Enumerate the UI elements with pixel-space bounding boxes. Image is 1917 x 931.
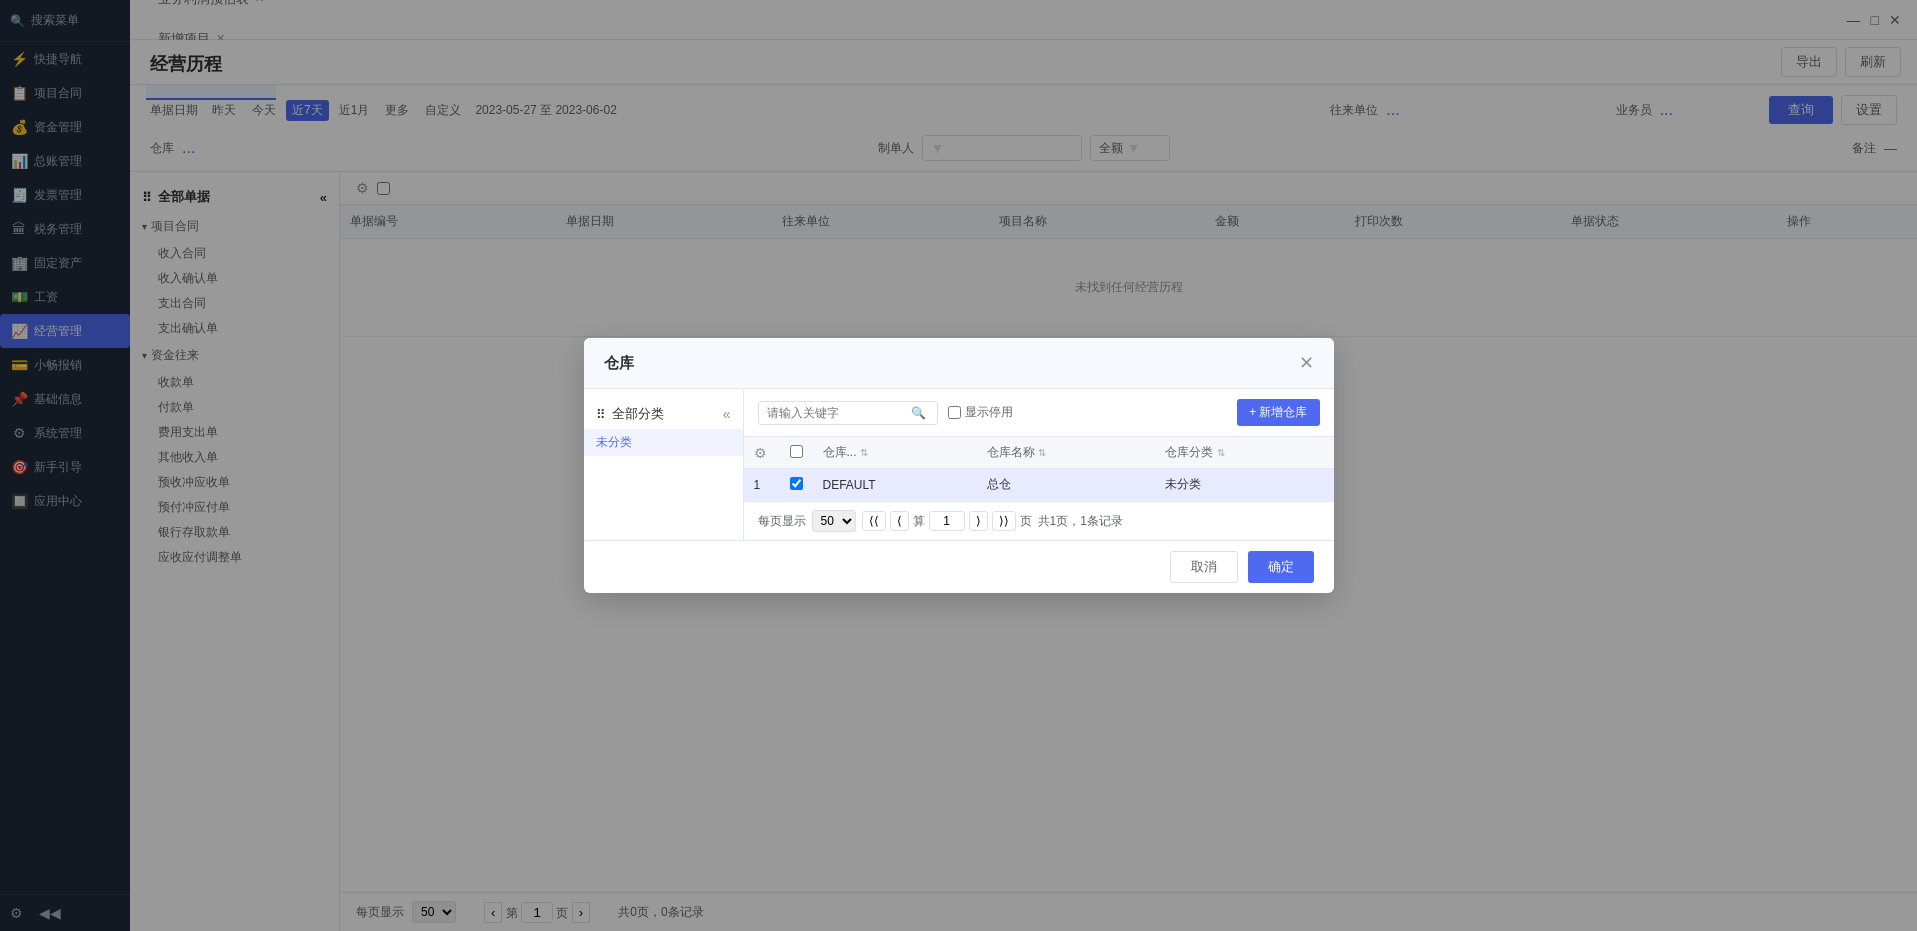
grid-icon-modal: ⠿ <box>596 407 606 422</box>
warehouse-modal: 仓库 ✕ ⠿ 全部分类 « 未分类 🔍 <box>584 338 1334 593</box>
modal-warehouse-table: ⚙ 仓库... ⇅ 仓库名称 ⇅ <box>744 437 1334 501</box>
modal-last-page[interactable]: ⟩⟩ <box>992 511 1016 531</box>
row-checkbox-cell <box>780 469 813 501</box>
modal-per-page-select[interactable]: 50 <box>812 510 856 532</box>
modal-search-input[interactable] <box>767 406 907 420</box>
modal-overlay: 仓库 ✕ ⠿ 全部分类 « 未分类 🔍 <box>0 0 1917 931</box>
collapse-left-btn[interactable]: « <box>723 406 731 422</box>
add-warehouse-button[interactable]: + 新增仓库 <box>1237 399 1319 426</box>
row-category: 未分类 <box>1155 469 1333 501</box>
modal-page-label: 算 <box>913 513 925 530</box>
sort-icon-category: ⇅ <box>1217 447 1225 458</box>
modal-body: ⠿ 全部分类 « 未分类 🔍 显示停用 + 新增仓库 <box>584 389 1334 540</box>
row-index: 1 <box>744 469 780 501</box>
modal-search-box[interactable]: 🔍 <box>758 401 938 425</box>
modal-actions: 取消 确定 <box>584 540 1334 593</box>
modal-total-label: 共1页，1条记录 <box>1038 513 1123 530</box>
modal-all-category[interactable]: ⠿ 全部分类 « <box>584 399 743 429</box>
row-name: 总仓 <box>977 469 1155 501</box>
modal-header: 仓库 ✕ <box>584 338 1334 389</box>
modal-category-unclassified[interactable]: 未分类 <box>584 429 743 456</box>
modal-page-input[interactable] <box>929 511 965 531</box>
row-code: DEFAULT <box>813 469 977 501</box>
modal-page-nav: ⟨⟨ ⟨ 算 ⟩ ⟩⟩ 页 <box>862 511 1032 531</box>
row-checkbox[interactable] <box>790 477 803 490</box>
search-icon-modal: 🔍 <box>911 406 926 420</box>
confirm-button[interactable]: 确定 <box>1248 551 1314 583</box>
sort-icon-name: ⇅ <box>1038 447 1046 458</box>
col-select <box>780 437 813 469</box>
modal-table-container: ⚙ 仓库... ⇅ 仓库名称 ⇅ <box>744 437 1334 501</box>
modal-page-suffix: 页 <box>1020 513 1032 530</box>
modal-pagination: 每页显示 50 ⟨⟨ ⟨ 算 ⟩ ⟩⟩ 页 共1页，1条记录 <box>744 501 1334 540</box>
modal-table-header: ⚙ 仓库... ⇅ 仓库名称 ⇅ <box>744 437 1334 469</box>
table-gear-icon[interactable]: ⚙ <box>754 445 767 461</box>
modal-first-page[interactable]: ⟨⟨ <box>862 511 886 531</box>
cancel-button[interactable]: 取消 <box>1170 551 1238 583</box>
modal-next-page[interactable]: ⟩ <box>969 511 988 531</box>
modal-close-button[interactable]: ✕ <box>1299 352 1314 374</box>
col-warehouse-code[interactable]: 仓库... ⇅ <box>813 437 977 469</box>
sort-icon-code: ⇅ <box>860 447 868 458</box>
col-warehouse-name[interactable]: 仓库名称 ⇅ <box>977 437 1155 469</box>
modal-select-all[interactable] <box>790 445 803 458</box>
col-warehouse-category[interactable]: 仓库分类 ⇅ <box>1155 437 1333 469</box>
table-row[interactable]: 1 DEFAULT 总仓 未分类 <box>744 469 1334 501</box>
show-disabled-checkbox[interactable] <box>948 406 961 419</box>
modal-all-category-label: 全部分类 <box>612 405 664 423</box>
modal-left-panel: ⠿ 全部分类 « 未分类 <box>584 389 744 540</box>
show-disabled-label[interactable]: 显示停用 <box>948 404 1013 421</box>
col-gear: ⚙ <box>744 437 780 469</box>
show-disabled-text: 显示停用 <box>965 404 1013 421</box>
modal-prev-page[interactable]: ⟨ <box>890 511 909 531</box>
modal-toolbar: 🔍 显示停用 + 新增仓库 <box>744 389 1334 437</box>
modal-per-page-label: 每页显示 <box>758 513 806 530</box>
modal-right-panel: 🔍 显示停用 + 新增仓库 ⚙ <box>744 389 1334 540</box>
modal-title: 仓库 <box>604 354 634 373</box>
